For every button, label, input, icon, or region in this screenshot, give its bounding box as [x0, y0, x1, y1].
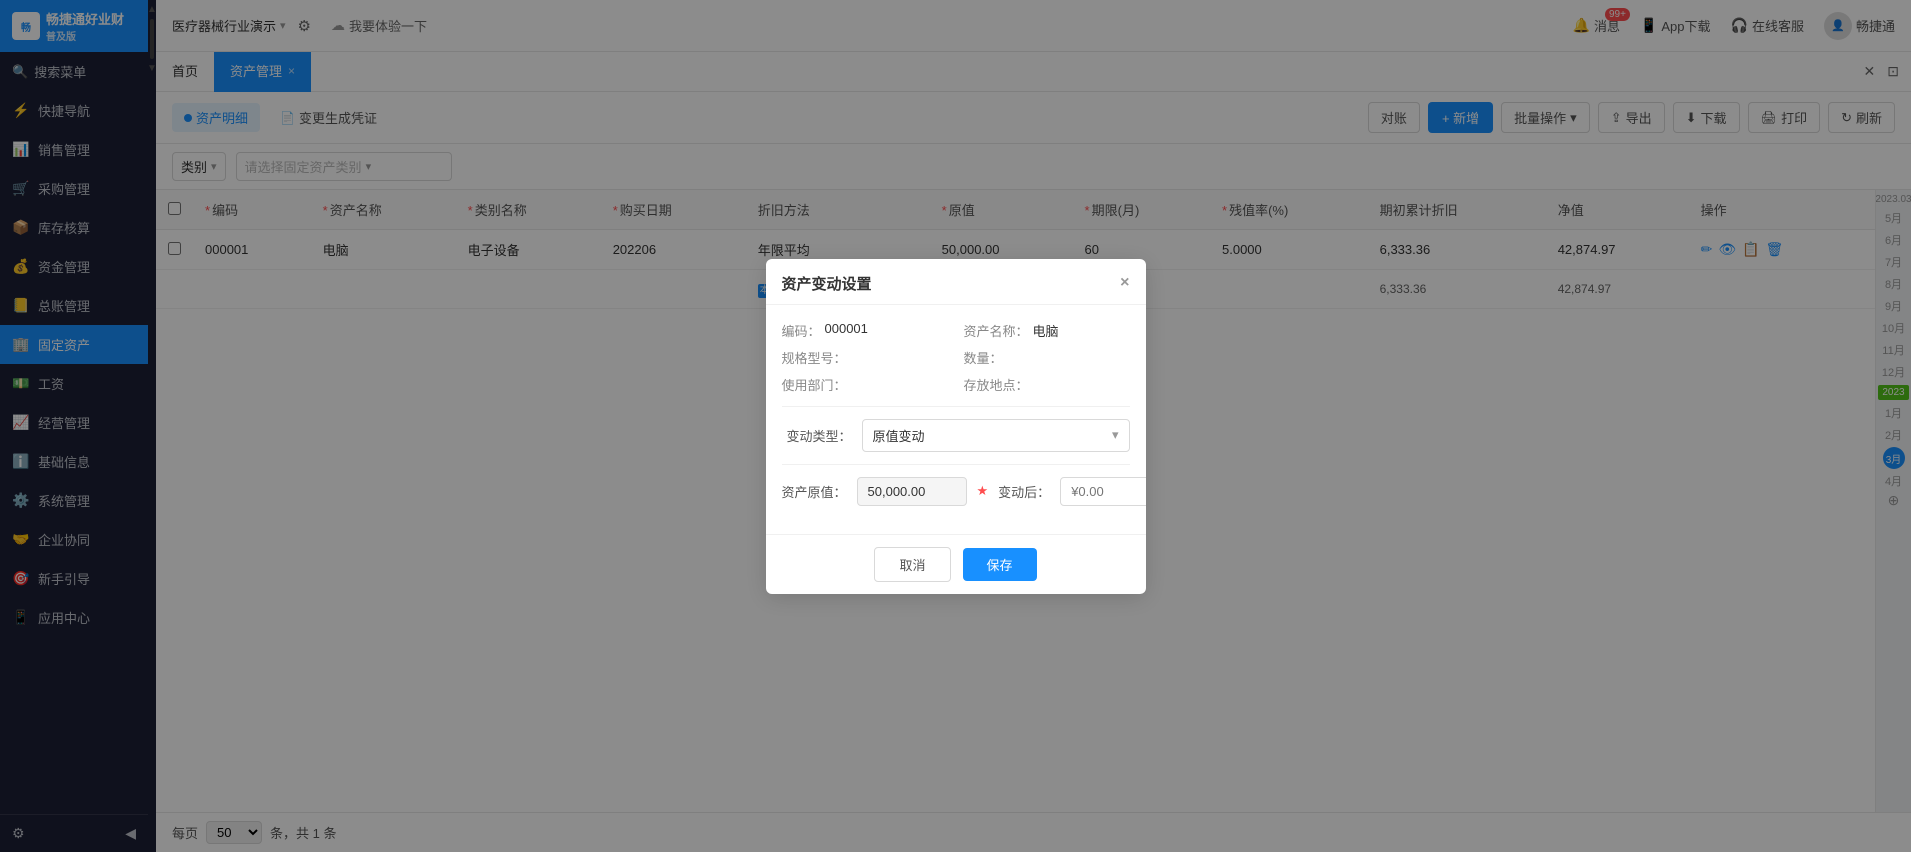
dialog-body: 编码： 000001 资产名称： 电脑 规格型号： 数量： 使用部门： [766, 305, 1146, 534]
name-label: 资产名称： [964, 321, 1029, 340]
dept-label: 使用部门： [782, 375, 847, 394]
location-label: 存放地点： [964, 375, 1029, 394]
info-dept: 使用部门： [782, 375, 948, 394]
save-label: 保存 [987, 558, 1013, 573]
code-value: 000001 [825, 321, 868, 340]
asset-value-inputs: ★ 变动后： [857, 477, 1146, 506]
change-type-row: 变动类型： 原值变动 ▾ [782, 419, 1130, 452]
change-type-select[interactable]: 原值变动 ▾ [862, 419, 1130, 452]
change-type-label: 变动类型： [782, 426, 852, 445]
dialog-close-button[interactable]: × [1120, 275, 1129, 291]
cancel-label: 取消 [899, 558, 925, 573]
after-value-input[interactable] [1060, 477, 1145, 506]
change-type-value: 原值变动 [873, 426, 925, 445]
info-code: 编码： 000001 [782, 321, 948, 340]
info-spec: 规格型号： [782, 348, 948, 367]
dialog-footer: 取消 保存 [766, 534, 1146, 594]
asset-original-input[interactable] [857, 477, 967, 506]
asset-change-dialog: 资产变动设置 × 编码： 000001 资产名称： 电脑 规格型号： 数量： [766, 259, 1146, 594]
required-star: ★ [977, 483, 989, 499]
dialog-info-grid: 编码： 000001 资产名称： 电脑 规格型号： 数量： 使用部门： [782, 321, 1130, 394]
dialog-divider-1 [782, 406, 1130, 407]
info-quantity: 数量： [964, 348, 1130, 367]
info-name: 资产名称： 电脑 [964, 321, 1130, 340]
spec-label: 规格型号： [782, 348, 847, 367]
info-location: 存放地点： [964, 375, 1130, 394]
dialog-title: 资产变动设置 [782, 273, 872, 294]
dialog-header: 资产变动设置 × [766, 259, 1146, 305]
save-button[interactable]: 保存 [963, 548, 1037, 581]
cancel-button[interactable]: 取消 [874, 547, 950, 582]
quantity-label: 数量： [964, 348, 1003, 367]
code-label: 编码： [782, 321, 821, 340]
dialog-divider-2 [782, 464, 1130, 465]
after-label: 变动后： [998, 482, 1050, 501]
asset-value-row: 资产原值： ★ 变动后： [782, 477, 1130, 506]
dialog-overlay: 资产变动设置 × 编码： 000001 资产名称： 电脑 规格型号： 数量： [0, 0, 1911, 852]
change-type-arrow-icon: ▾ [1112, 427, 1119, 443]
name-value: 电脑 [1033, 321, 1059, 340]
asset-original-label: 资产原值： [782, 482, 847, 501]
